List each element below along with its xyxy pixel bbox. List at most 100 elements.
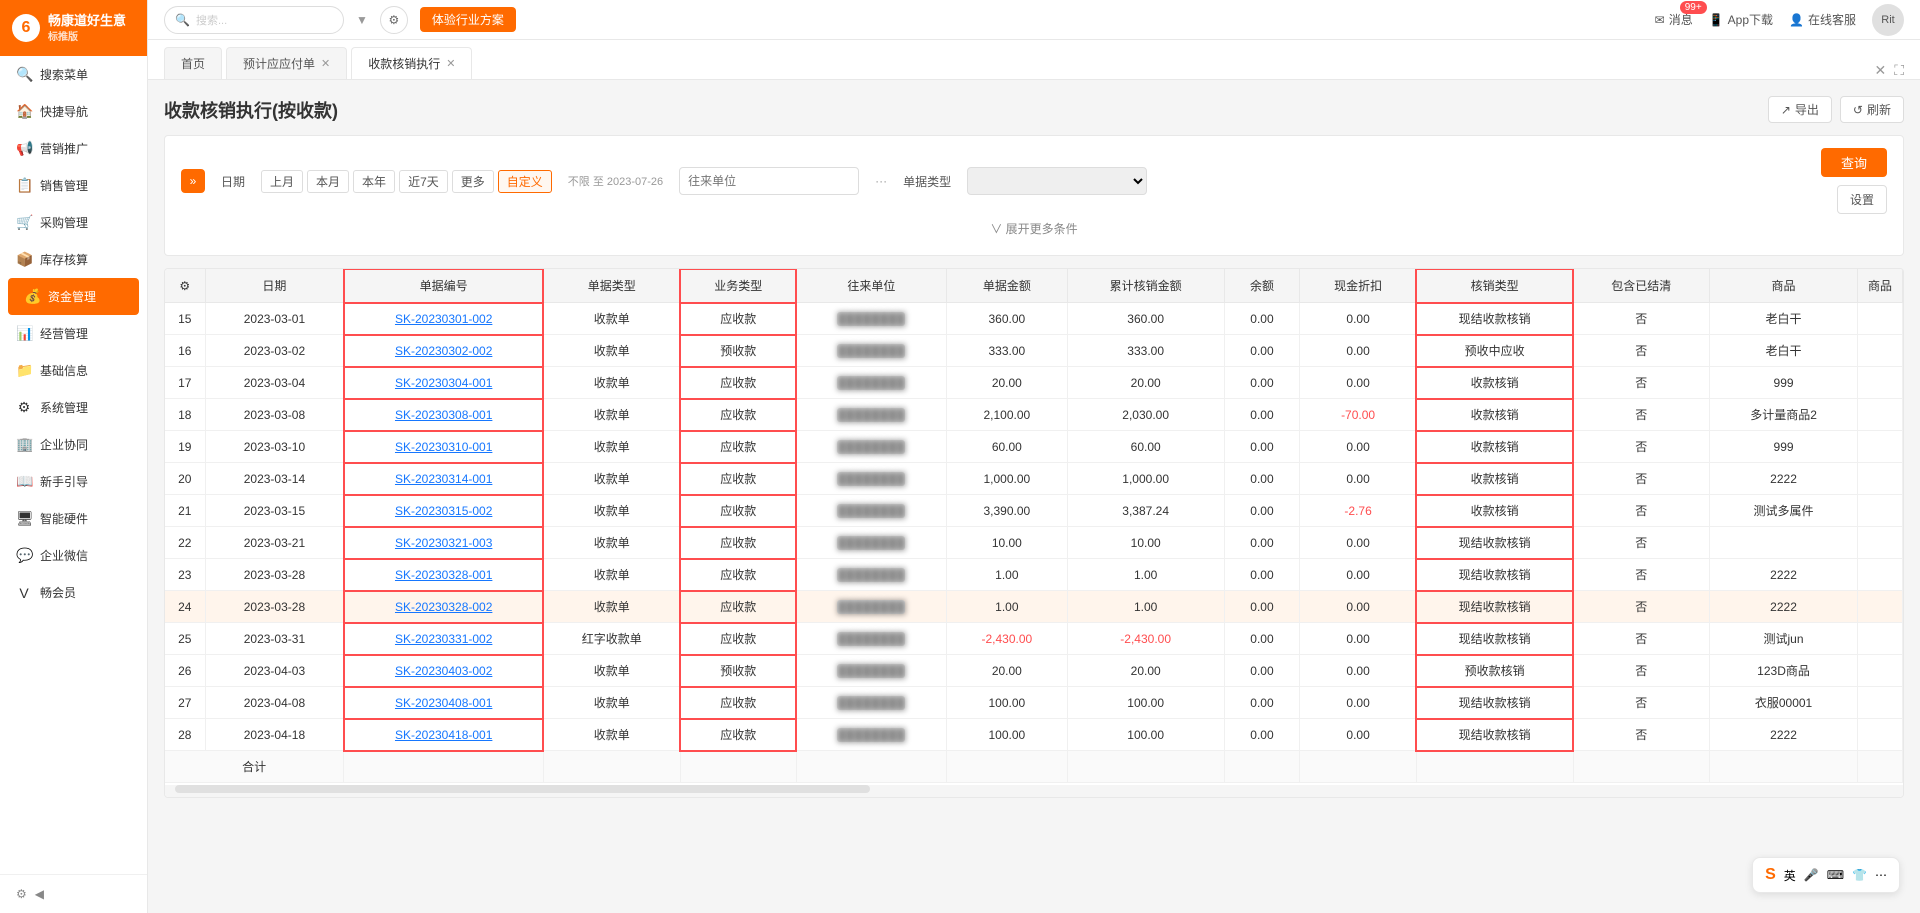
cell-include-settled: 否 bbox=[1573, 687, 1710, 719]
cell-doc-no: SK-20230314-001 bbox=[344, 463, 544, 495]
ime-keyboard-icon[interactable]: ⌨ bbox=[1827, 868, 1844, 882]
tab-prepay-close-icon[interactable]: ✕ bbox=[321, 57, 330, 70]
th-doc-no: 单据编号 bbox=[344, 269, 544, 303]
table-settings-icon[interactable]: ⚙ bbox=[179, 279, 190, 293]
doc-no-link[interactable]: SK-20230403-002 bbox=[395, 664, 492, 678]
cell-partner: ████████ bbox=[796, 559, 946, 591]
doc-no-link[interactable]: SK-20230315-002 bbox=[395, 504, 492, 518]
date-7days-button[interactable]: 近7天 bbox=[399, 170, 448, 193]
topbar-service-group[interactable]: 👤 在线客服 bbox=[1789, 11, 1856, 28]
filter-setting-button[interactable]: 设置 bbox=[1837, 185, 1887, 214]
doc-no-link[interactable]: SK-20230328-001 bbox=[395, 568, 492, 582]
doc-no-link[interactable]: SK-20230308-001 bbox=[395, 408, 492, 422]
ime-icon1[interactable]: 👕 bbox=[1852, 868, 1867, 882]
cell-product2 bbox=[1857, 623, 1902, 655]
cell-idx: 28 bbox=[165, 719, 205, 751]
cell-balance: 0.00 bbox=[1224, 367, 1300, 399]
sidebar-item-system[interactable]: ⚙ 系统管理 bbox=[0, 389, 147, 426]
filter-expand-button[interactable]: ∨ 展开更多条件 bbox=[181, 214, 1887, 243]
horizontal-scrollbar[interactable] bbox=[165, 785, 1903, 797]
tab-receipt-verify[interactable]: 收款核销执行 ✕ bbox=[351, 47, 472, 79]
doc-no-link[interactable]: SK-20230408-001 bbox=[395, 696, 492, 710]
date-more-button[interactable]: 更多 bbox=[452, 170, 494, 193]
ime-icon2[interactable]: ⋯ bbox=[1875, 868, 1887, 882]
tab-close-all-icon[interactable]: ✕ bbox=[1874, 62, 1886, 79]
sidebar-collapse-icon[interactable]: ◀ bbox=[35, 887, 44, 901]
sidebar-item-search[interactable]: 🔍 搜索菜单 bbox=[0, 56, 147, 93]
sidebar-item-wechat[interactable]: 💬 企业微信 bbox=[0, 537, 147, 574]
tab-home[interactable]: 首页 bbox=[164, 47, 222, 79]
cell-cash-discount: 0.00 bbox=[1300, 527, 1416, 559]
sidebar-item-purchase[interactable]: 🛒 采购管理 bbox=[0, 204, 147, 241]
cell-product: 2222 bbox=[1710, 559, 1858, 591]
doc-no-link[interactable]: SK-20230302-002 bbox=[395, 344, 492, 358]
sidebar-item-operations[interactable]: 📊 经营管理 bbox=[0, 315, 147, 352]
partner-filter-input[interactable] bbox=[679, 167, 859, 195]
th-amount: 单据金额 bbox=[946, 269, 1067, 303]
th-date: 日期 bbox=[205, 269, 344, 303]
doc-type-label: 单据类型 bbox=[903, 173, 951, 190]
query-button[interactable]: 查询 bbox=[1821, 148, 1887, 177]
sidebar-item-marketing[interactable]: 📢 营销推广 bbox=[0, 130, 147, 167]
doc-no-link[interactable]: SK-20230314-001 bbox=[395, 472, 492, 486]
cell-verify-type: 预收款核销 bbox=[1416, 655, 1573, 687]
cell-verify-type: 预收中应收 bbox=[1416, 335, 1573, 367]
doc-no-link[interactable]: SK-20230331-002 bbox=[395, 632, 492, 646]
cell-amount: 1.00 bbox=[946, 591, 1067, 623]
sidebar-item-quicknav[interactable]: 🏠 快捷导航 bbox=[0, 93, 147, 130]
tab-receipt-close-icon[interactable]: ✕ bbox=[446, 57, 455, 70]
sidebar-item-sales[interactable]: 📋 销售管理 bbox=[0, 167, 147, 204]
sidebar-item-enterprise[interactable]: 🏢 企业协同 bbox=[0, 426, 147, 463]
date-this-year-button[interactable]: 本年 bbox=[353, 170, 395, 193]
sidebar-item-finance[interactable]: 💰 资金管理 bbox=[8, 278, 139, 315]
topbar-search-box[interactable]: 🔍 搜索... bbox=[164, 6, 344, 34]
topbar-app-group[interactable]: 📱 App下载 bbox=[1709, 11, 1773, 28]
th-include-settled: 包含已结清 bbox=[1573, 269, 1710, 303]
cell-biz-type: 应收款 bbox=[680, 623, 796, 655]
sidebar-settings-icon[interactable]: ⚙ bbox=[16, 887, 27, 901]
cell-biz-type: 应收款 bbox=[680, 687, 796, 719]
topbar-chevron-icon[interactable]: ▼ bbox=[356, 13, 368, 27]
cell-amount: -2,430.00 bbox=[946, 623, 1067, 655]
cell-doc-no: SK-20230403-002 bbox=[344, 655, 544, 687]
cell-balance: 0.00 bbox=[1224, 719, 1300, 751]
cell-balance: 0.00 bbox=[1224, 495, 1300, 527]
doc-no-link[interactable]: SK-20230418-001 bbox=[395, 728, 492, 742]
topbar-gear-button[interactable]: ⚙ bbox=[380, 6, 408, 34]
topbar-message-group[interactable]: ✉ 消息 99+ bbox=[1655, 11, 1693, 28]
doc-no-link[interactable]: SK-20230301-002 bbox=[395, 312, 492, 326]
date-this-month-button[interactable]: 本月 bbox=[307, 170, 349, 193]
cell-include-settled: 否 bbox=[1573, 655, 1710, 687]
doc-no-link[interactable]: SK-20230304-001 bbox=[395, 376, 492, 390]
ime-mic-icon[interactable]: 🎤 bbox=[1804, 868, 1819, 882]
date-custom-button[interactable]: 自定义 bbox=[498, 170, 552, 193]
tab-expand-icon[interactable]: ⛶ bbox=[1894, 62, 1904, 79]
doc-no-link[interactable]: SK-20230328-002 bbox=[395, 600, 492, 614]
doc-type-select[interactable] bbox=[967, 167, 1147, 195]
date-last-month-button[interactable]: 上月 bbox=[261, 170, 303, 193]
tab-prepay-invoice[interactable]: 预计应应付单 ✕ bbox=[226, 47, 347, 79]
filter-collapse-button[interactable]: » bbox=[181, 169, 205, 193]
th-settings[interactable]: ⚙ bbox=[165, 269, 205, 303]
cell-doc-no: SK-20230301-002 bbox=[344, 303, 544, 335]
tabbar: 首页 预计应应付单 ✕ 收款核销执行 ✕ ✕ ⛶ bbox=[148, 40, 1920, 80]
topbar-solution-button[interactable]: 体验行业方案 bbox=[420, 7, 516, 32]
doc-no-link[interactable]: SK-20230310-001 bbox=[395, 440, 492, 454]
sidebar-item-hardware[interactable]: 🖥 智能硬件 bbox=[0, 500, 147, 537]
topbar-search-icon: 🔍 bbox=[175, 13, 190, 27]
table-row: 24 2023-03-28 SK-20230328-002 收款单 应收款 ██… bbox=[165, 591, 1903, 623]
cell-date: 2023-03-21 bbox=[205, 527, 344, 559]
cell-date: 2023-03-04 bbox=[205, 367, 344, 399]
cell-partner: ████████ bbox=[796, 655, 946, 687]
cell-cumulative: 100.00 bbox=[1067, 719, 1224, 751]
sidebar-item-basicinfo[interactable]: 📁 基础信息 bbox=[0, 352, 147, 389]
export-button[interactable]: ↗ 导出 bbox=[1768, 96, 1832, 123]
doc-no-link[interactable]: SK-20230321-003 bbox=[395, 536, 492, 550]
refresh-button[interactable]: ↺ 刷新 bbox=[1840, 96, 1904, 123]
user-avatar[interactable]: Rit bbox=[1872, 4, 1904, 36]
total-doc-type bbox=[543, 751, 680, 783]
cell-cumulative: 100.00 bbox=[1067, 687, 1224, 719]
sidebar-item-inventory[interactable]: 📦 库存核算 bbox=[0, 241, 147, 278]
sidebar-item-guide[interactable]: 📖 新手引导 bbox=[0, 463, 147, 500]
sidebar-item-member[interactable]: V 畅会员 bbox=[0, 574, 147, 611]
